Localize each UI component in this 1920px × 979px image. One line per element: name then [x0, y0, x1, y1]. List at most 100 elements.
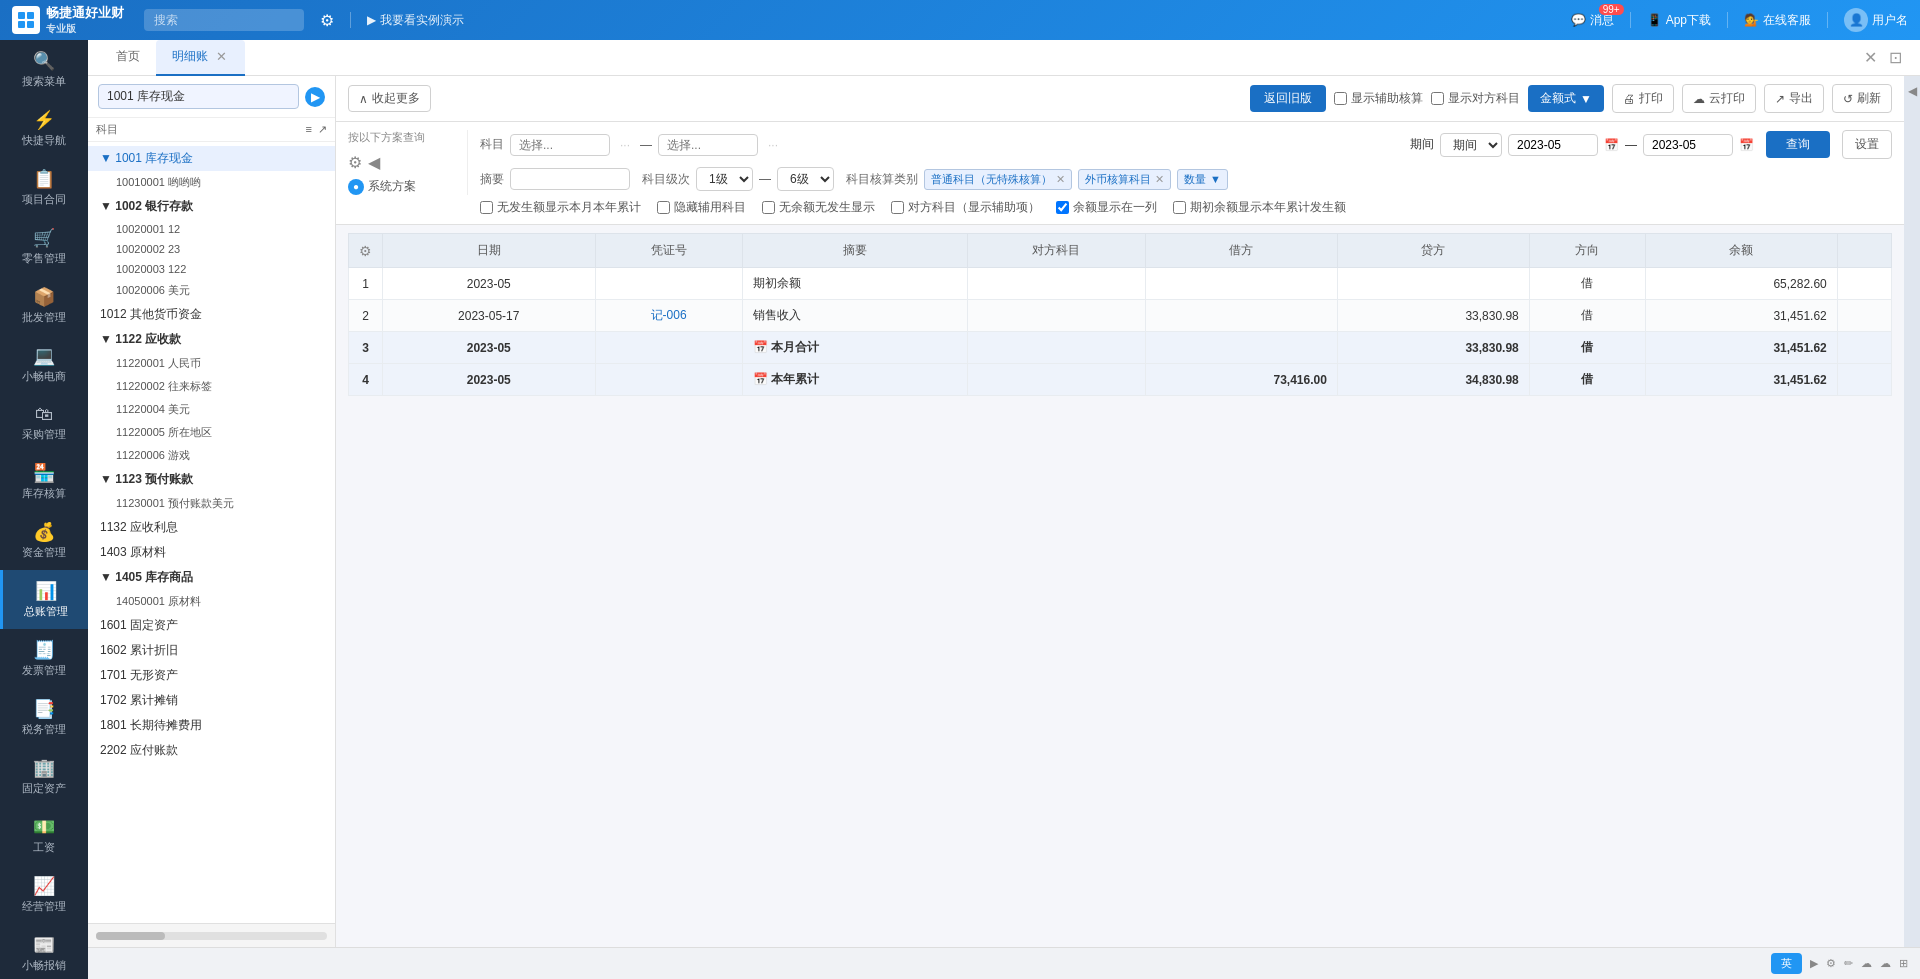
- settings-btn[interactable]: 设置: [1842, 130, 1892, 159]
- tab-home[interactable]: 首页: [100, 40, 156, 76]
- tree-item-10020001[interactable]: 10020001 12: [88, 219, 335, 239]
- sidebar-item-inventory[interactable]: 🏪 库存核算: [0, 452, 88, 511]
- zhaiyao-input[interactable]: [510, 168, 630, 190]
- sidebar-item-ecommerce[interactable]: 💻 小畅电商: [0, 335, 88, 394]
- sidebar-item-quicknav[interactable]: ⚡ 快捷导航: [0, 99, 88, 158]
- user-avatar-btn[interactable]: 👤 用户名: [1844, 8, 1908, 32]
- sidebar-item-salary[interactable]: 💵 工资: [0, 806, 88, 865]
- close-tab-btn[interactable]: ✕: [214, 49, 229, 64]
- back-old-version-btn[interactable]: 返回旧版: [1250, 85, 1326, 112]
- tree-item-1801[interactable]: 1801 长期待摊费用: [88, 713, 335, 738]
- kemu-start-input[interactable]: [510, 134, 610, 156]
- no-amount-checkbox[interactable]: [480, 201, 493, 214]
- bottom-edit-icon[interactable]: ✏: [1844, 957, 1853, 970]
- show-aux-check[interactable]: 显示辅助核算: [1334, 90, 1423, 107]
- scroll-track[interactable]: [96, 932, 327, 940]
- hide-aux-checkbox[interactable]: [657, 201, 670, 214]
- sidebar-item-finance[interactable]: 💰 资金管理: [0, 511, 88, 570]
- balance-one-checkbox[interactable]: [1056, 201, 1069, 214]
- tree-item-10020002[interactable]: 10020002 23: [88, 239, 335, 259]
- no-balance-checkbox[interactable]: [762, 201, 775, 214]
- show-opposite-checkbox[interactable]: [1431, 92, 1444, 105]
- sidebar-item-project[interactable]: 📋 项目合同: [0, 158, 88, 217]
- kemu-end-input[interactable]: [658, 134, 758, 156]
- level-end-select[interactable]: 6级: [777, 167, 834, 191]
- panel-close-btn[interactable]: ✕: [1858, 46, 1883, 69]
- sidebar-item-purchase[interactable]: 🛍 采购管理: [0, 394, 88, 452]
- check-no-amount[interactable]: 无发生额显示本月本年累计: [480, 199, 641, 216]
- gear-icon-topbar[interactable]: ⚙: [320, 11, 334, 30]
- tree-item-1001[interactable]: ▼ 1001 库存现金: [88, 146, 335, 171]
- tag-foreign-close[interactable]: ✕: [1155, 173, 1164, 186]
- check-opposite[interactable]: 对方科目（显示辅助项）: [891, 199, 1040, 216]
- tag-normal-close[interactable]: ✕: [1056, 173, 1065, 186]
- col-settings-icon[interactable]: ⚙: [359, 243, 372, 259]
- nav-next-btn[interactable]: ▶: [305, 87, 325, 107]
- row-voucher[interactable]: 记-006: [595, 300, 742, 332]
- tree-item-14050001[interactable]: 14050001 原材料: [88, 590, 335, 613]
- scheme-option-system[interactable]: ● 系统方案: [348, 178, 455, 195]
- tree-item-1123[interactable]: ▼ 1123 预付账款: [88, 467, 335, 492]
- cloud-print-btn[interactable]: ☁ 云打印: [1682, 84, 1756, 113]
- tree-item-10020003[interactable]: 10020003 122: [88, 259, 335, 279]
- sidebar-item-invoice[interactable]: 🧾 发票管理: [0, 629, 88, 688]
- sidebar-item-operation[interactable]: 📈 经营管理: [0, 865, 88, 924]
- message-btn[interactable]: 💬 消息 99+: [1571, 12, 1614, 29]
- tree-item-11220002[interactable]: 11220002 往来标签: [88, 375, 335, 398]
- bottom-cloud-icon[interactable]: ☁: [1861, 957, 1872, 970]
- panel-maximize-btn[interactable]: ⊡: [1883, 46, 1908, 69]
- demo-link[interactable]: ▶ 我要看实例演示: [367, 12, 464, 29]
- amount-format-btn[interactable]: 金额式 ▼: [1528, 85, 1604, 112]
- sidebar-item-search[interactable]: 🔍 搜索菜单: [0, 40, 88, 99]
- initial-checkbox[interactable]: [1173, 201, 1186, 214]
- check-hide-aux[interactable]: 隐藏辅用科目: [657, 199, 746, 216]
- level-start-select[interactable]: 1级: [696, 167, 753, 191]
- collapse-filter-btn[interactable]: ∧ 收起更多: [348, 85, 431, 112]
- sidebar-item-assets[interactable]: 🏢 固定资产: [0, 747, 88, 806]
- check-no-balance[interactable]: 无余额无发生显示: [762, 199, 875, 216]
- app-download-btn[interactable]: 📱 App下载: [1647, 12, 1711, 29]
- bottom-settings-icon[interactable]: ⚙: [1826, 957, 1836, 970]
- tree-item-1122[interactable]: ▼ 1122 应收款: [88, 327, 335, 352]
- online-service-btn[interactable]: 💁 在线客服: [1744, 12, 1811, 29]
- tree-item-1403[interactable]: 1403 原材料: [88, 540, 335, 565]
- print-btn[interactable]: 🖨 打印: [1612, 84, 1674, 113]
- settings-filter-icon[interactable]: ⚙: [348, 153, 362, 172]
- bottom-play-icon[interactable]: ▶: [1810, 957, 1818, 970]
- tag-quantity[interactable]: 数量 ▼: [1177, 169, 1228, 190]
- tree-item-11220001[interactable]: 11220001 人民币: [88, 352, 335, 375]
- tree-item-10010001[interactable]: 10010001 哟哟哟: [88, 171, 335, 194]
- collapse-left-btn[interactable]: ◀: [368, 153, 380, 172]
- sidebar-item-wholesale[interactable]: 📦 批发管理: [0, 276, 88, 335]
- calendar-icon[interactable]: 📅: [1604, 138, 1619, 152]
- check-initial[interactable]: 期初余额显示本年累计发生额: [1173, 199, 1346, 216]
- tree-item-1012[interactable]: 1012 其他货币资金: [88, 302, 335, 327]
- show-aux-checkbox[interactable]: [1334, 92, 1347, 105]
- period-end-input[interactable]: [1643, 134, 1733, 156]
- tree-item-11220005[interactable]: 11220005 所在地区: [88, 421, 335, 444]
- tree-item-1405[interactable]: ▼ 1405 库存商品: [88, 565, 335, 590]
- check-balance-one[interactable]: 余额显示在一列: [1056, 199, 1157, 216]
- expand-icon[interactable]: ↗: [318, 123, 327, 136]
- tree-item-2202[interactable]: 2202 应付账款: [88, 738, 335, 763]
- tree-item-10020006[interactable]: 10020006 美元: [88, 279, 335, 302]
- opposite-checkbox[interactable]: [891, 201, 904, 214]
- global-search-input[interactable]: [144, 9, 304, 31]
- tree-item-11230001[interactable]: 11230001 预付账款美元: [88, 492, 335, 515]
- sidebar-item-retail[interactable]: 🛒 零售管理: [0, 217, 88, 276]
- show-opposite-check[interactable]: 显示对方科目: [1431, 90, 1520, 107]
- sidebar-item-tax[interactable]: 📑 税务管理: [0, 688, 88, 747]
- bottom-lang-btn[interactable]: 英: [1771, 953, 1802, 974]
- export-btn[interactable]: ↗ 导出: [1764, 84, 1824, 113]
- tree-item-1601[interactable]: 1601 固定资产: [88, 613, 335, 638]
- sidebar-item-report[interactable]: 📰 小畅报销: [0, 924, 88, 979]
- bottom-cloud2-icon[interactable]: ☁: [1880, 957, 1891, 970]
- refresh-btn[interactable]: ↺ 刷新: [1832, 84, 1892, 113]
- tree-item-1132[interactable]: 1132 应收利息: [88, 515, 335, 540]
- tree-item-1002[interactable]: ▼ 1002 银行存款: [88, 194, 335, 219]
- period-start-input[interactable]: [1508, 134, 1598, 156]
- right-edge-panel[interactable]: ◀: [1904, 76, 1920, 947]
- period-type-select[interactable]: 期间: [1440, 133, 1502, 157]
- calendar-icon2[interactable]: 📅: [1739, 138, 1754, 152]
- tree-item-1702[interactable]: 1702 累计摊销: [88, 688, 335, 713]
